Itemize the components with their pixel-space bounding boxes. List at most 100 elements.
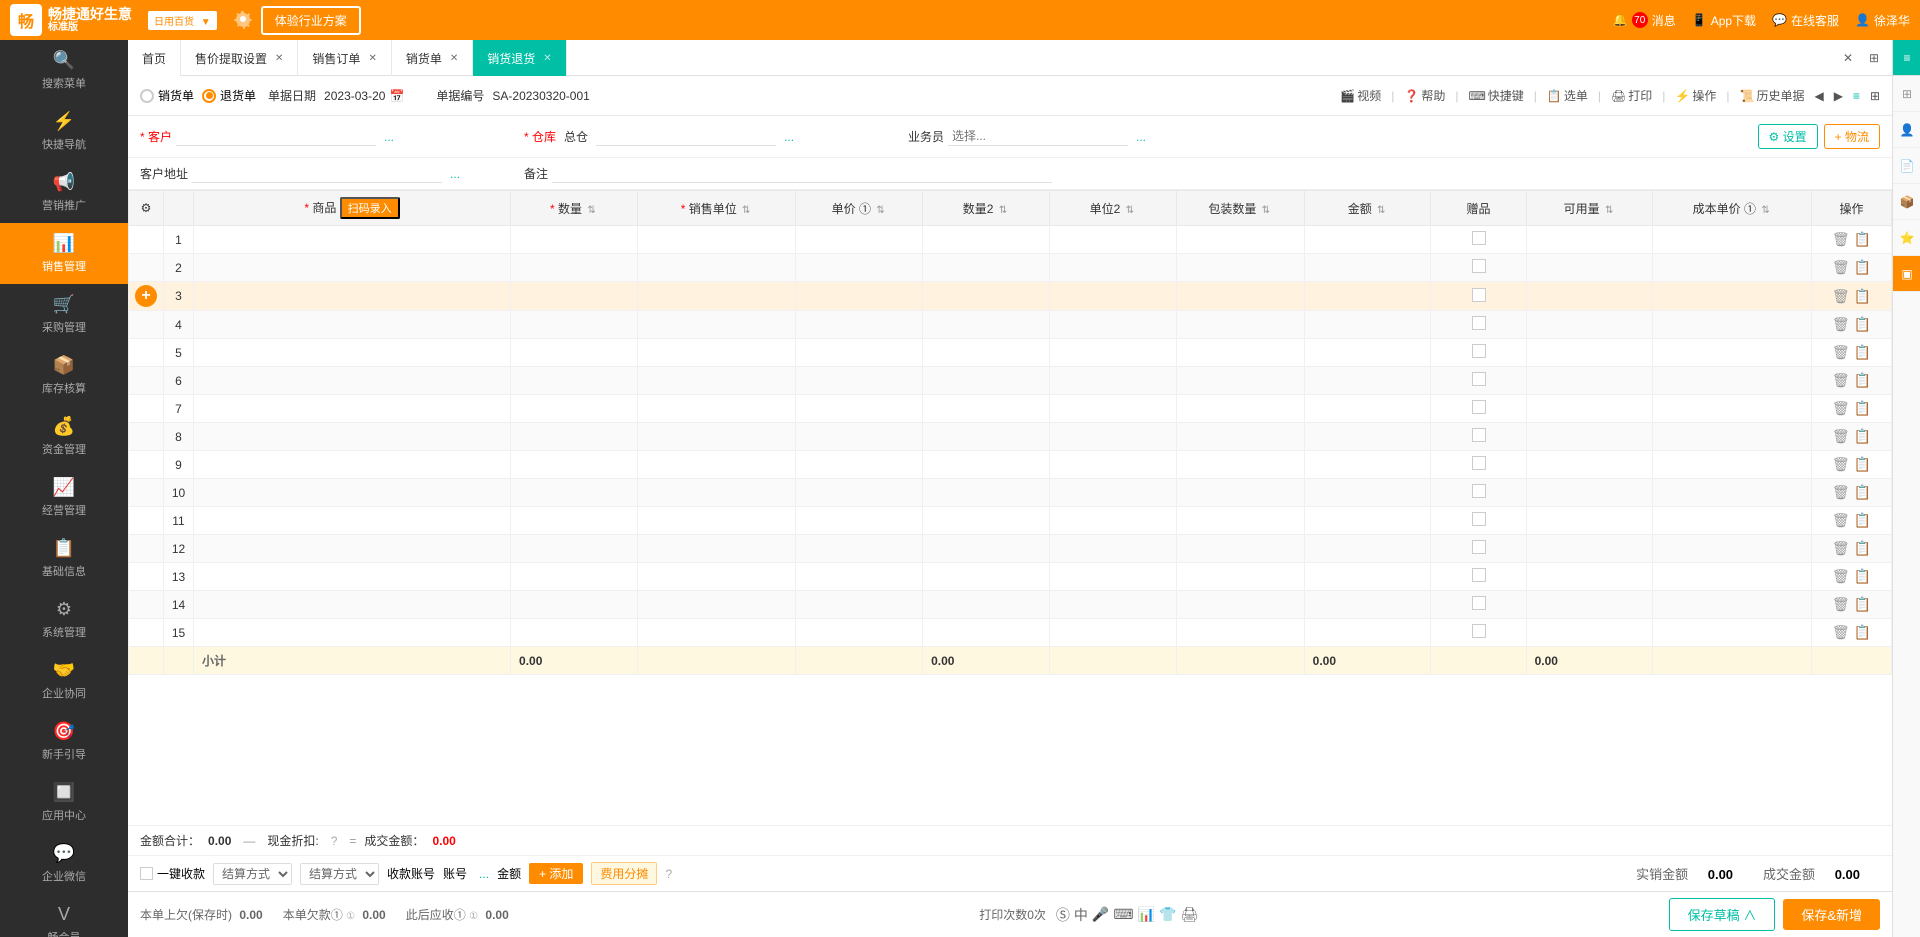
td-qty-8[interactable] — [511, 423, 638, 451]
select-btn[interactable]: 📋 选单 — [1547, 87, 1588, 104]
sort-unit2-icon[interactable]: ⇅ — [1126, 205, 1134, 216]
td-price-2[interactable] — [796, 254, 923, 282]
td-amount-13[interactable] — [1304, 563, 1431, 591]
td-qty2-7[interactable] — [923, 395, 1050, 423]
delete-icon-4[interactable]: 🗑 — [1832, 316, 1850, 333]
daily-goods-selector[interactable]: 日用百货 ▼ — [148, 11, 217, 30]
sort-qty-icon[interactable]: ⇅ — [587, 205, 595, 216]
td-product-15[interactable] — [194, 619, 511, 647]
warehouse-dots-btn[interactable]: ... — [784, 130, 794, 144]
td-qty2-5[interactable] — [923, 339, 1050, 367]
td-qty2-13[interactable] — [923, 563, 1050, 591]
td-pkgqty-1[interactable] — [1176, 226, 1304, 254]
td-qty2-14[interactable] — [923, 591, 1050, 619]
gift-checkbox-4[interactable] — [1472, 316, 1486, 330]
td-qty-6[interactable] — [511, 367, 638, 395]
td-qty2-8[interactable] — [923, 423, 1050, 451]
rsi-user-icon[interactable]: 👤 — [1893, 112, 1920, 148]
tab-4[interactable]: 销货退货✕ — [473, 40, 566, 76]
td-qty-4[interactable] — [511, 311, 638, 339]
rsi-grid-icon[interactable]: ≡ — [1893, 40, 1920, 76]
maximize-btn[interactable]: ⊞ — [1864, 48, 1884, 68]
td-available-11[interactable] — [1526, 507, 1653, 535]
td-qty2-15[interactable] — [923, 619, 1050, 647]
td-pkgqty-15[interactable] — [1176, 619, 1304, 647]
notification-bell[interactable]: 🔔 70 消息 — [1613, 12, 1676, 29]
td-product-10[interactable] — [194, 479, 511, 507]
td-qty2-1[interactable] — [923, 226, 1050, 254]
td-qty2-10[interactable] — [923, 479, 1050, 507]
gift-checkbox-1[interactable] — [1472, 231, 1486, 245]
copy-icon-11[interactable]: 📋 — [1854, 512, 1871, 529]
next-btn[interactable]: ▶ — [1834, 89, 1843, 103]
td-available-3[interactable] — [1526, 282, 1653, 311]
td-pkgqty-14[interactable] — [1176, 591, 1304, 619]
copy-icon-10[interactable]: 📋 — [1854, 484, 1871, 501]
td-unit-11[interactable] — [637, 507, 796, 535]
help-btn[interactable]: ❓ 帮助 — [1404, 87, 1445, 104]
save-new-btn[interactable]: 保存&新增 — [1783, 899, 1880, 930]
gift-checkbox-6[interactable] — [1472, 372, 1486, 386]
warehouse-input[interactable] — [596, 127, 776, 146]
td-unit-9[interactable] — [637, 451, 796, 479]
td-unit-7[interactable] — [637, 395, 796, 423]
scan-btn[interactable]: 扫码录入 — [340, 197, 400, 219]
sort-unit-icon[interactable]: ⇅ — [742, 205, 750, 216]
td-cost-7[interactable] — [1653, 395, 1812, 423]
tab-close-1[interactable]: ✕ — [275, 53, 283, 64]
td-unit-1[interactable] — [637, 226, 796, 254]
delete-icon-8[interactable]: 🗑 — [1832, 428, 1850, 445]
td-unit-14[interactable] — [637, 591, 796, 619]
add-btn[interactable]: + 添加 — [529, 863, 583, 884]
td-amount-7[interactable] — [1304, 395, 1431, 423]
gift-checkbox-15[interactable] — [1472, 624, 1486, 638]
td-unit2-1[interactable] — [1049, 226, 1176, 254]
restore-btn[interactable]: ✕ — [1838, 48, 1858, 68]
td-unit-12[interactable] — [637, 535, 796, 563]
td-amount-3[interactable] — [1304, 282, 1431, 311]
td-qty2-2[interactable] — [923, 254, 1050, 282]
history-btn[interactable]: 📜 历史单据 — [1739, 87, 1804, 104]
td-available-4[interactable] — [1526, 311, 1653, 339]
copy-icon-7[interactable]: 📋 — [1854, 400, 1871, 417]
print-btn[interactable]: 🖨 打印 — [1611, 87, 1652, 104]
salesperson-input[interactable] — [948, 127, 1128, 146]
rsi-star-icon[interactable]: ⭐ — [1893, 220, 1920, 256]
add-row-btn[interactable]: + — [135, 285, 157, 307]
product-input-2[interactable] — [200, 261, 504, 275]
td-price-9[interactable] — [796, 451, 923, 479]
should-receive-help[interactable]: ① — [469, 911, 478, 922]
delete-icon-15[interactable]: 🗑 — [1832, 624, 1850, 641]
td-product-11[interactable] — [194, 507, 511, 535]
sidebar-item-5[interactable]: 📦库存核算 — [0, 345, 128, 406]
copy-icon-4[interactable]: 📋 — [1854, 316, 1871, 333]
td-unit-8[interactable] — [637, 423, 796, 451]
copy-icon-6[interactable]: 📋 — [1854, 372, 1871, 389]
td-price-4[interactable] — [796, 311, 923, 339]
td-qty-7[interactable] — [511, 395, 638, 423]
sort-amount-icon[interactable]: ⇅ — [1377, 205, 1385, 216]
copy-icon-9[interactable]: 📋 — [1854, 456, 1871, 473]
sidebar-item-3[interactable]: 📊销售管理 — [0, 223, 128, 284]
gift-checkbox-3[interactable] — [1472, 288, 1486, 302]
settings-icon[interactable] — [233, 9, 253, 32]
gift-checkbox-11[interactable] — [1472, 512, 1486, 526]
td-unit-2[interactable] — [637, 254, 796, 282]
sort-qty2-icon[interactable]: ⇅ — [999, 205, 1007, 216]
salesperson-dots-btn[interactable]: ... — [1136, 130, 1146, 144]
td-qty-11[interactable] — [511, 507, 638, 535]
td-cost-3[interactable] — [1653, 282, 1812, 311]
grid-view-btn[interactable]: ⊞ — [1870, 89, 1880, 103]
td-available-13[interactable] — [1526, 563, 1653, 591]
bottom-icon-4[interactable]: ⌨ — [1113, 906, 1133, 923]
product-input-10[interactable] — [200, 486, 504, 500]
tab-2[interactable]: 销售订单✕ — [298, 40, 391, 76]
sidebar-item-9[interactable]: ⚙系统管理 — [0, 589, 128, 650]
td-price-12[interactable] — [796, 535, 923, 563]
product-input-14[interactable] — [200, 598, 504, 612]
td-price-13[interactable] — [796, 563, 923, 591]
td-cost-1[interactable] — [1653, 226, 1812, 254]
td-product-3[interactable] — [194, 282, 511, 311]
bottom-icon-1[interactable]: Ⓢ — [1056, 905, 1070, 925]
radio-shipping[interactable]: 销货单 — [140, 87, 194, 104]
